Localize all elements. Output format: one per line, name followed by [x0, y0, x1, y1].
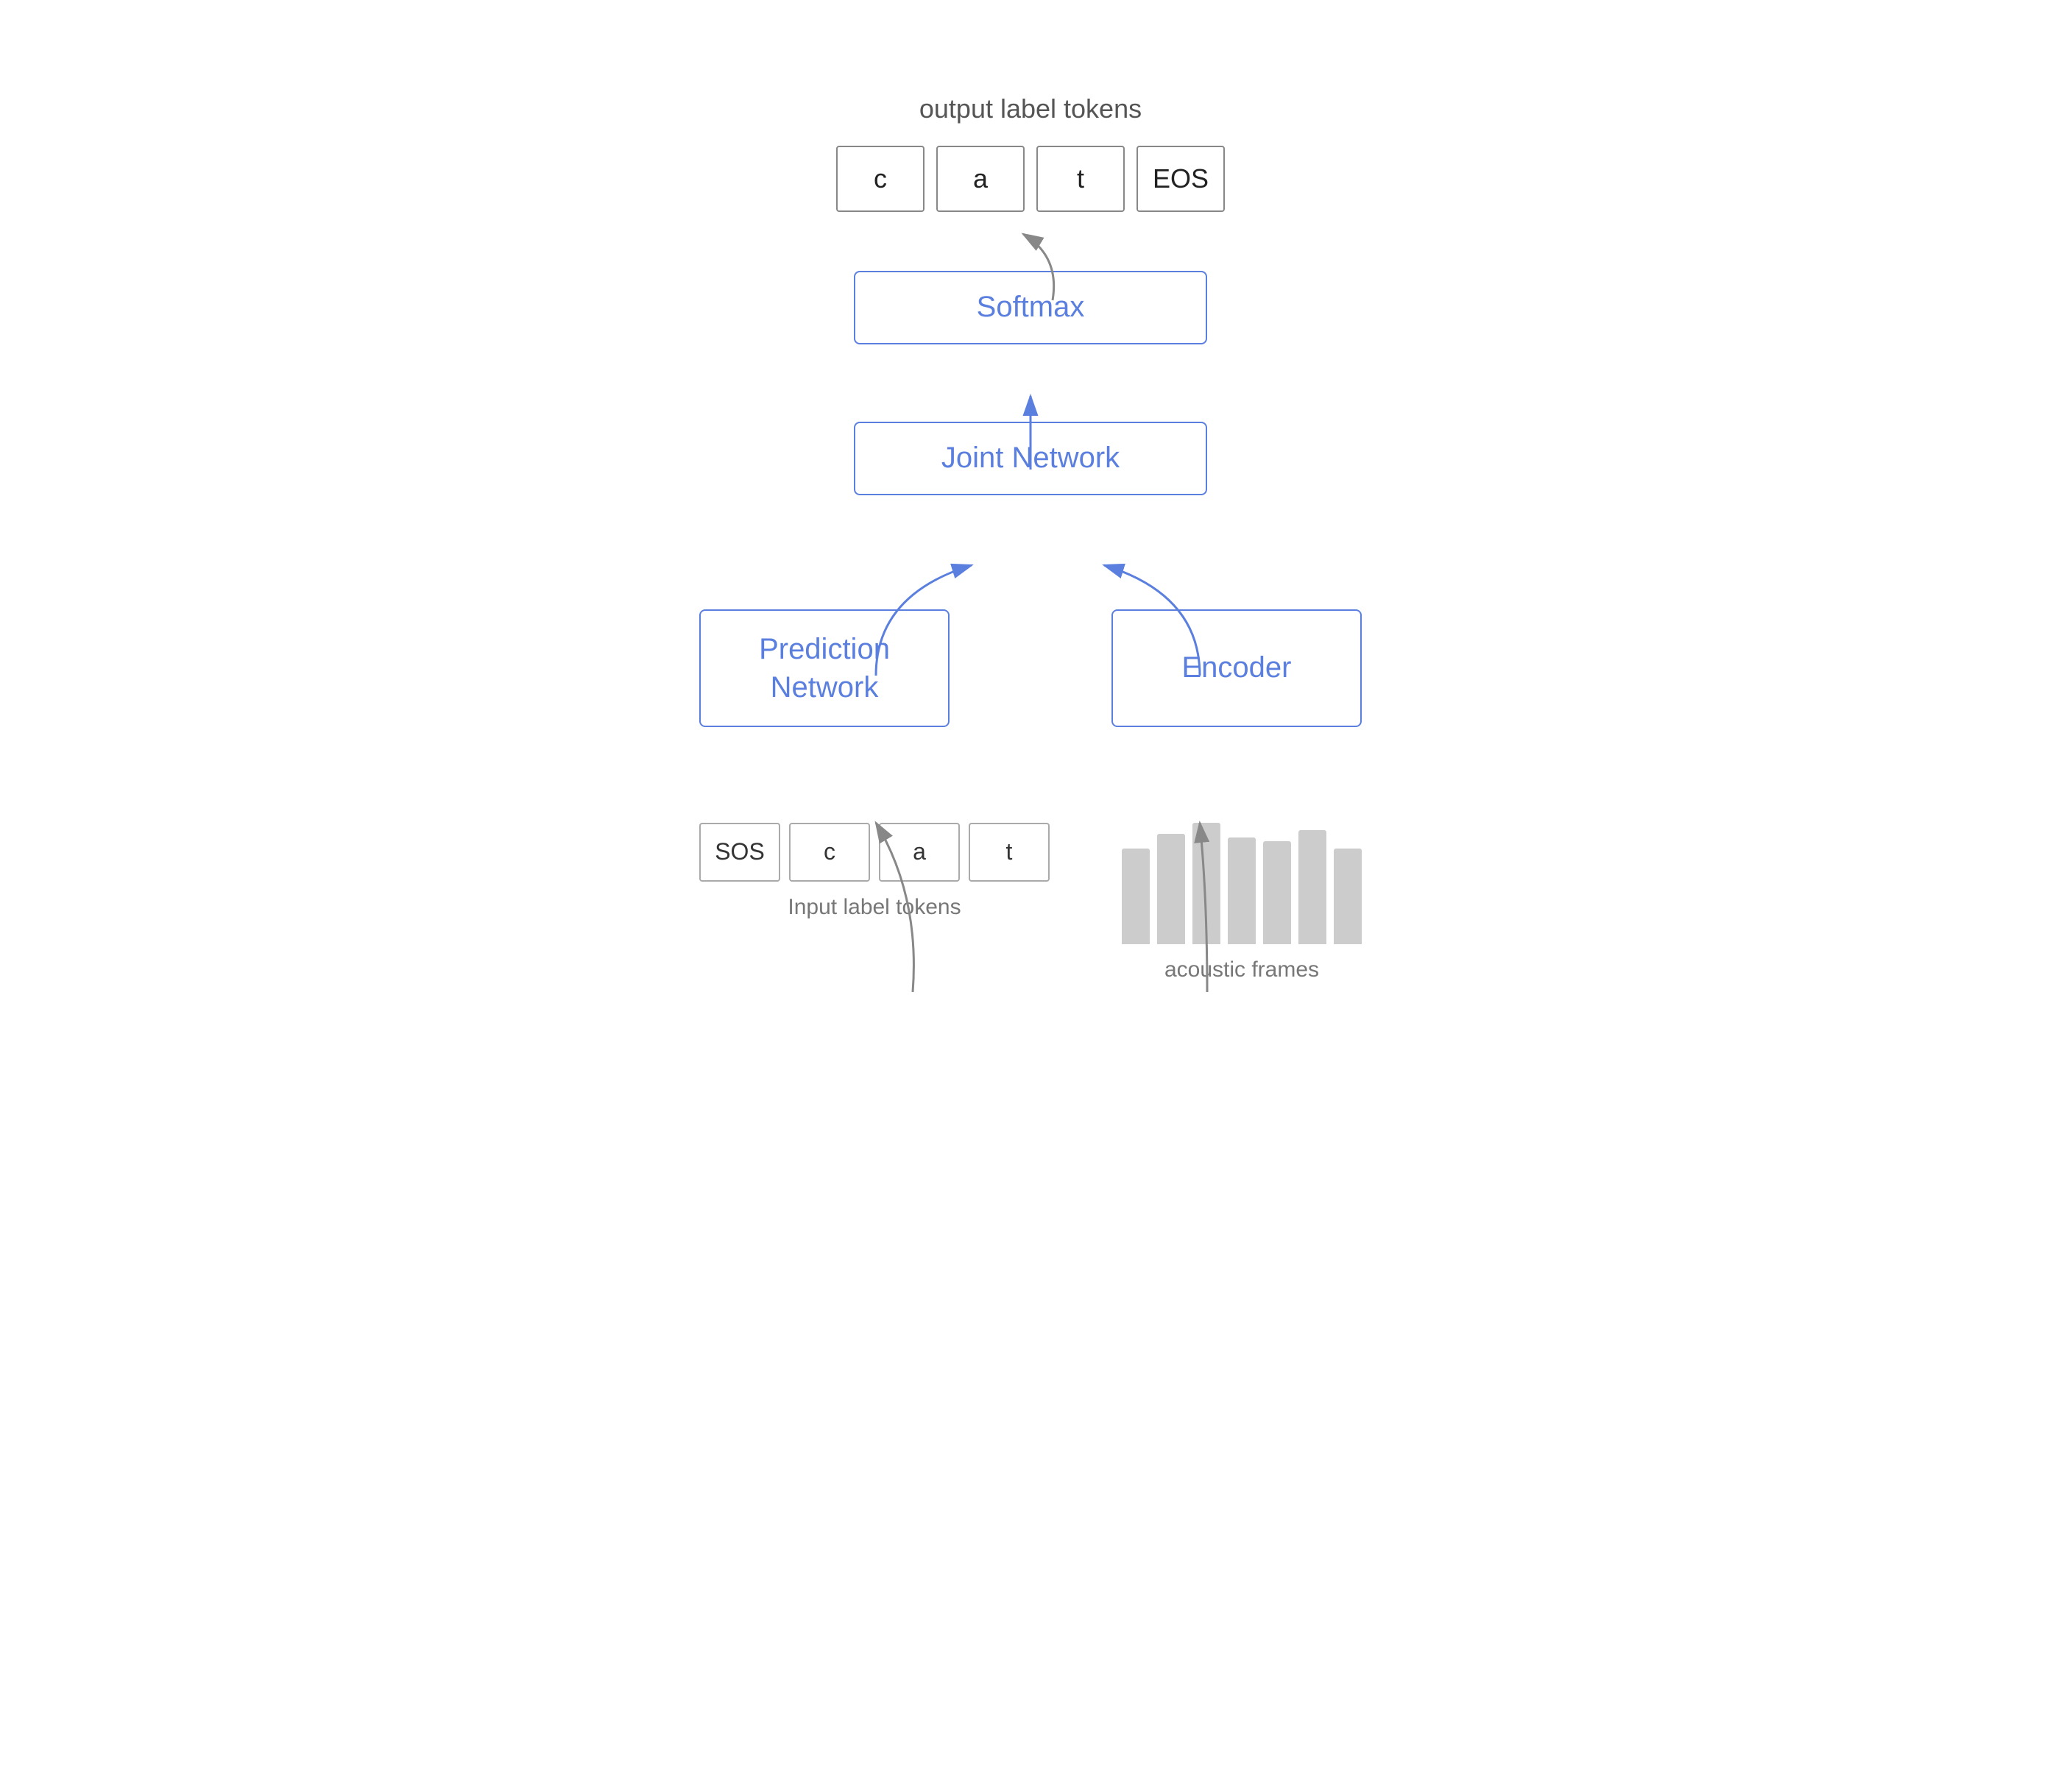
input-label: Input label tokens [788, 895, 961, 920]
joint-network-box: Joint Network [854, 422, 1207, 495]
softmax-box: Softmax [854, 271, 1207, 344]
prediction-network-box: Prediction Network [699, 609, 950, 727]
encoder-label: Encoder [1182, 651, 1292, 684]
bottom-networks-row: Prediction Network Encoder [699, 609, 1362, 727]
acoustic-bar-3 [1192, 823, 1220, 944]
acoustic-bar-2 [1157, 834, 1185, 944]
encoder-box: Encoder [1111, 609, 1362, 727]
acoustic-bar-6 [1298, 830, 1326, 944]
output-token-eos: EOS [1136, 146, 1225, 212]
output-token-c: c [836, 146, 925, 212]
output-token-a: a [936, 146, 1025, 212]
acoustic-bar-5 [1263, 841, 1291, 944]
joint-network-label: Joint Network [941, 442, 1120, 475]
acoustic-bar-1 [1122, 849, 1150, 944]
prediction-network-label: Prediction Network [759, 630, 890, 706]
acoustic-bar-4 [1228, 837, 1256, 944]
diagram-container: output label tokens c a t EOS Softmax Jo… [589, 87, 1472, 1706]
acoustic-frames [1122, 823, 1362, 944]
acoustic-label: acoustic frames [1164, 957, 1319, 982]
input-token-a: a [879, 823, 960, 882]
input-token-row: SOS c a t [699, 823, 1050, 882]
input-token-c: c [789, 823, 870, 882]
output-label: output label tokens [919, 93, 1142, 124]
softmax-label: Softmax [977, 291, 1085, 324]
input-token-sos: SOS [699, 823, 780, 882]
output-token-row: c a t EOS [836, 146, 1225, 212]
acoustic-bar-7 [1334, 849, 1362, 944]
input-token-t: t [969, 823, 1050, 882]
output-token-t: t [1036, 146, 1125, 212]
